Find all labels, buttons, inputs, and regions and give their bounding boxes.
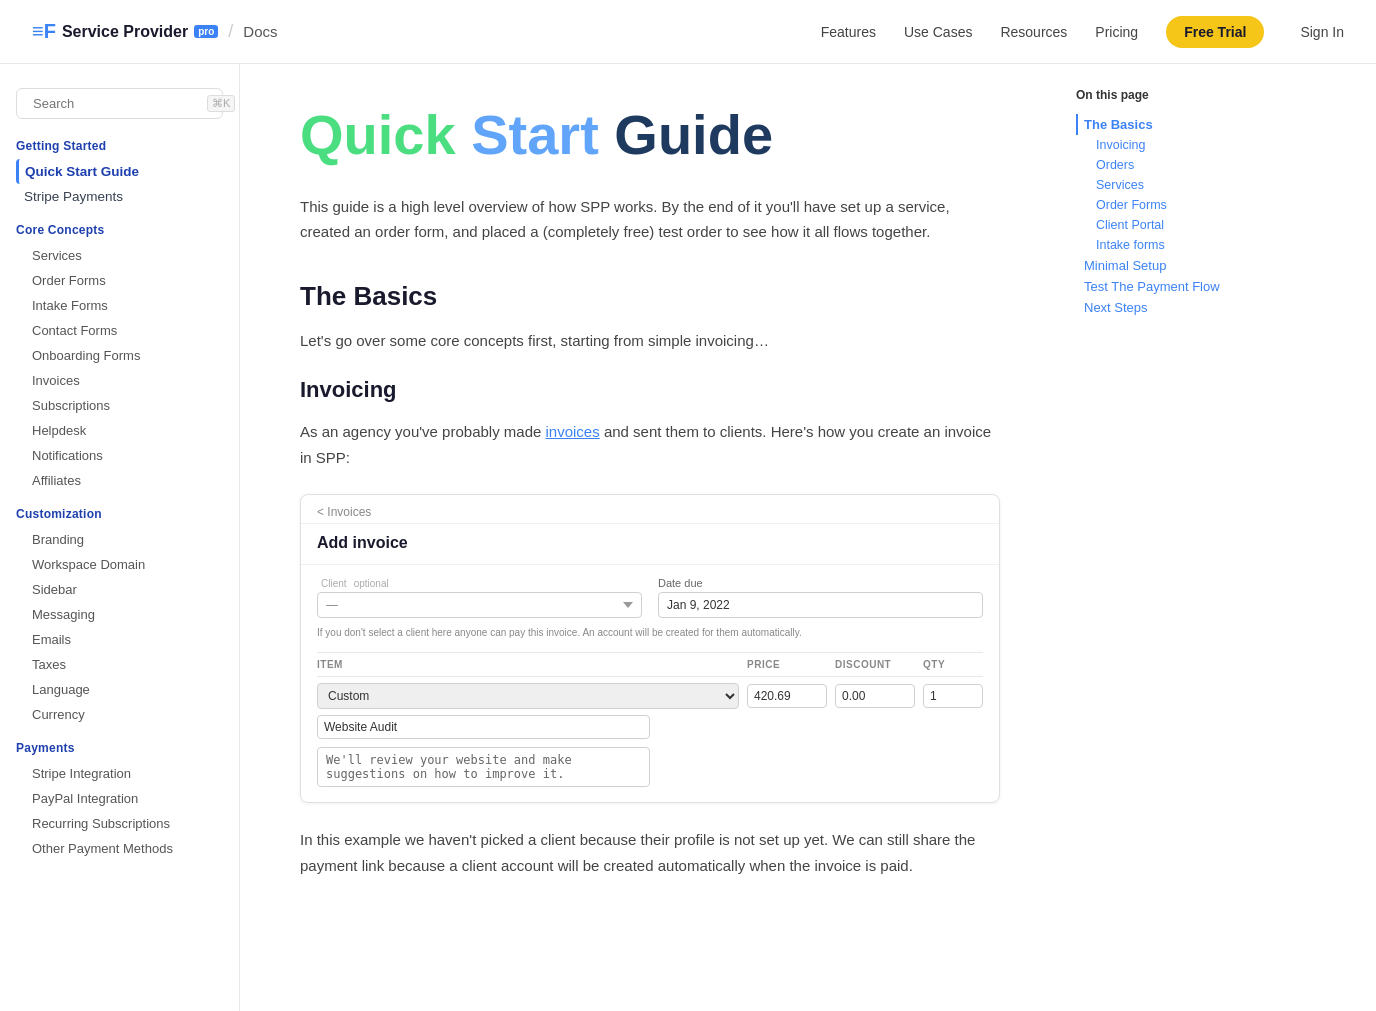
sidebar-section-getting-started: Getting Started [16,139,223,153]
toc-panel: On this page The Basics Invoicing Orders… [1060,64,1280,1011]
signin-link[interactable]: Sign In [1300,24,1344,40]
toc-item-orders[interactable]: Orders [1076,155,1264,175]
free-trial-button[interactable]: Free Trial [1166,16,1264,48]
basics-intro-text: Let's go over some core concepts first, … [300,328,1000,354]
invoice-breadcrumb[interactable]: < Invoices [301,495,999,524]
main-content: Quick Start Guide This guide is a high l… [240,64,1060,1011]
toc-item-order-forms[interactable]: Order Forms [1076,195,1264,215]
intro-text: This guide is a high level overview of h… [300,194,1000,245]
page-layout: ⌘K Getting Started Quick Start Guide Str… [0,64,1376,1011]
page-title: Quick Start Guide [300,104,1000,166]
col-price: PRICE [747,659,827,670]
sidebar-section-customization: Customization [16,507,223,521]
sidebar-item-sidebar[interactable]: Sidebar [16,577,223,602]
client-select[interactable]: — [317,592,642,618]
col-discount: DISCOUNT [835,659,915,670]
col-item: ITEM [317,659,739,670]
sidebar-item-affiliates[interactable]: Affiliates [16,468,223,493]
toc-item-client-portal[interactable]: Client Portal [1076,215,1264,235]
sidebar-item-invoices[interactable]: Invoices [16,368,223,393]
sidebar-item-other-payment-methods[interactable]: Other Payment Methods [16,836,223,861]
toc-item-the-basics[interactable]: The Basics [1076,114,1264,135]
logo-icon: ≡F [32,20,56,43]
item-name-input[interactable] [317,715,650,739]
nav-use-cases[interactable]: Use Cases [904,24,972,40]
logo[interactable]: ≡F Service Provider pro [32,20,218,43]
discount-input[interactable] [835,684,915,708]
invoice-client-field: Client optional — [317,577,642,618]
invoice-form: Client optional — Date due If you don't … [301,565,999,802]
logo-pro-badge: pro [194,25,218,38]
sidebar-item-stripe-payments[interactable]: Stripe Payments [16,184,223,209]
nav-pricing[interactable]: Pricing [1095,24,1138,40]
sidebar-item-onboarding-forms[interactable]: Onboarding Forms [16,343,223,368]
invoicing-intro: As an agency you've probably made invoic… [300,419,1000,470]
title-quick: Quick [300,103,456,166]
sidebar-item-services[interactable]: Services [16,243,223,268]
toc-item-test-payment-flow[interactable]: Test The Payment Flow [1076,276,1264,297]
header-nav: Features Use Cases Resources Pricing Fre… [821,16,1344,48]
sidebar-item-language[interactable]: Language [16,677,223,702]
invoicing-intro-before: As an agency you've probably made [300,423,546,440]
search-input[interactable] [33,96,201,111]
item-type-select[interactable]: Custom [317,683,739,709]
bottom-text: In this example we haven't picked a clie… [300,827,1000,878]
toc-title: On this page [1076,88,1264,102]
date-due-input[interactable] [658,592,983,618]
sidebar-item-emails[interactable]: Emails [16,627,223,652]
header-docs-label: Docs [243,23,277,40]
toc-item-intake-forms[interactable]: Intake forms [1076,235,1264,255]
sidebar-item-currency[interactable]: Currency [16,702,223,727]
invoice-hint: If you don't select a client here anyone… [317,626,983,640]
price-input[interactable] [747,684,827,708]
nav-resources[interactable]: Resources [1000,24,1067,40]
section-heading-invoicing: Invoicing [300,377,1000,403]
sidebar-item-recurring-subscriptions[interactable]: Recurring Subscriptions [16,811,223,836]
sidebar-item-contact-forms[interactable]: Contact Forms [16,318,223,343]
toc-item-invoicing[interactable]: Invoicing [1076,135,1264,155]
invoice-table-row: Custom [317,683,983,709]
sidebar-item-helpdesk[interactable]: Helpdesk [16,418,223,443]
sidebar-item-stripe-integration[interactable]: Stripe Integration [16,761,223,786]
title-guide: Guide [614,103,773,166]
item-desc-textarea[interactable]: We'll review your website and make sugge… [317,747,650,787]
nav-features[interactable]: Features [821,24,876,40]
sidebar-item-paypal-integration[interactable]: PayPal Integration [16,786,223,811]
client-label: Client optional [317,577,642,589]
qty-input[interactable] [923,684,983,708]
invoice-table-header: ITEM PRICE DISCOUNT QTY [317,652,983,677]
invoice-screenshot: < Invoices Add invoice Client optional — [300,494,1000,803]
sidebar-item-messaging[interactable]: Messaging [16,602,223,627]
search-box[interactable]: ⌘K [16,88,223,119]
invoice-row-client-date: Client optional — Date due [317,577,983,618]
section-heading-basics: The Basics [300,281,1000,312]
toc-item-services[interactable]: Services [1076,175,1264,195]
toc-item-next-steps[interactable]: Next Steps [1076,297,1264,318]
date-due-label: Date due [658,577,983,589]
sidebar-item-subscriptions[interactable]: Subscriptions [16,393,223,418]
sidebar-item-quick-start-guide[interactable]: Quick Start Guide [16,159,223,184]
search-kbd: ⌘K [207,95,235,112]
sidebar-item-branding[interactable]: Branding [16,527,223,552]
sidebar-item-order-forms[interactable]: Order Forms [16,268,223,293]
title-start: Start [471,103,599,166]
toc-item-minimal-setup[interactable]: Minimal Setup [1076,255,1264,276]
sidebar-section-core-concepts: Core Concepts [16,223,223,237]
invoices-link[interactable]: invoices [546,423,600,440]
sidebar-item-intake-forms[interactable]: Intake Forms [16,293,223,318]
invoice-title-text: Add invoice [317,534,408,551]
invoice-date-field: Date due [658,577,983,618]
sidebar-item-taxes[interactable]: Taxes [16,652,223,677]
sidebar: ⌘K Getting Started Quick Start Guide Str… [0,64,240,1011]
sidebar-item-workspace-domain[interactable]: Workspace Domain [16,552,223,577]
sidebar-section-payments: Payments [16,741,223,755]
logo-text: Service Provider [62,23,188,41]
sidebar-item-notifications[interactable]: Notifications [16,443,223,468]
header-divider: / [228,21,233,42]
col-qty: QTY [923,659,983,670]
header: ≡F Service Provider pro / Docs Features … [0,0,1376,64]
item-name-row: We'll review your website and make sugge… [317,715,983,790]
invoice-title-bar: Add invoice [301,524,999,565]
